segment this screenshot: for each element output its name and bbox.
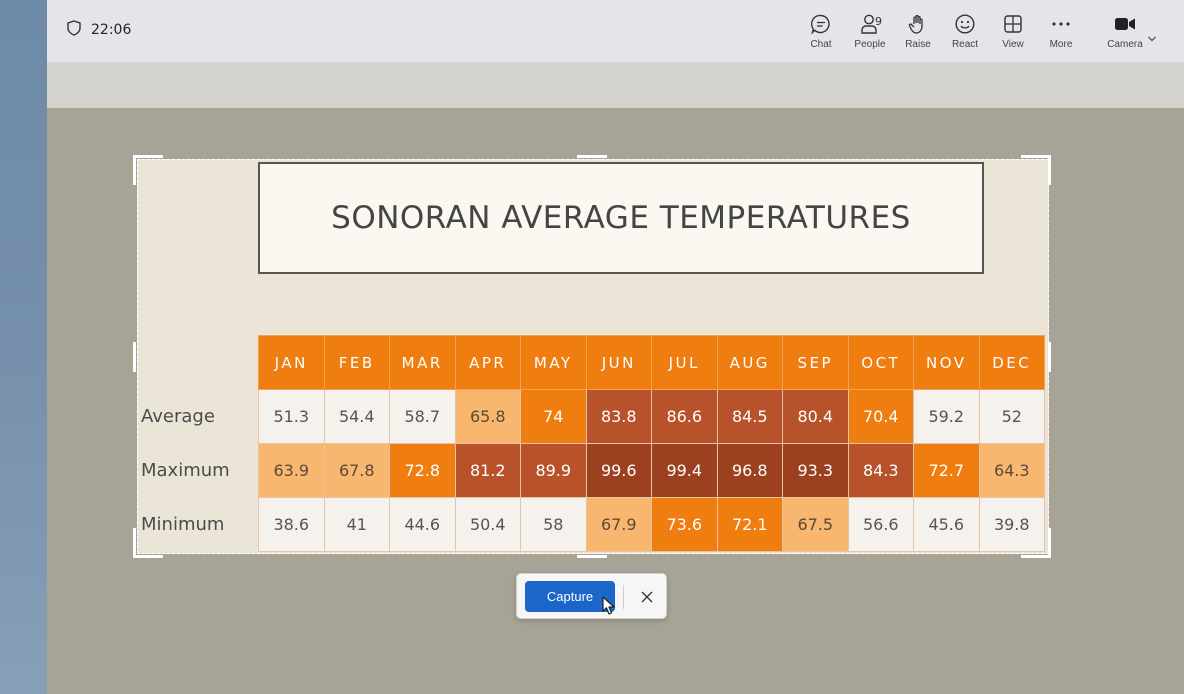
corner-handle-top-right[interactable] bbox=[1021, 155, 1051, 158]
edge-handle-top[interactable] bbox=[577, 155, 607, 158]
chat-label: Chat bbox=[810, 39, 832, 50]
more-icon bbox=[1051, 12, 1071, 36]
view-button[interactable]: View bbox=[997, 12, 1029, 56]
corner-handle-top-left[interactable] bbox=[133, 155, 163, 158]
chat-button[interactable]: Chat bbox=[805, 12, 837, 56]
corner-handle-top-left-vertical[interactable] bbox=[133, 155, 136, 185]
raise-hand-button[interactable]: Raise bbox=[902, 12, 934, 56]
chat-icon bbox=[810, 12, 832, 36]
shield-icon bbox=[67, 20, 81, 40]
corner-handle-top-right-vertical[interactable] bbox=[1048, 155, 1051, 185]
more-button[interactable]: More bbox=[1045, 12, 1077, 56]
camera-options-chevron-icon[interactable] bbox=[1147, 28, 1157, 47]
close-icon[interactable] bbox=[633, 582, 661, 612]
people-button[interactable]: 9 People bbox=[851, 12, 889, 56]
meeting-timer: 22:06 bbox=[91, 22, 132, 38]
camera-icon bbox=[1114, 12, 1136, 36]
react-label: React bbox=[951, 39, 979, 50]
people-label: People bbox=[854, 39, 886, 50]
people-icon: 9 bbox=[852, 12, 888, 36]
edge-handle-left[interactable] bbox=[133, 342, 136, 372]
camera-button[interactable]: Camera bbox=[1103, 12, 1147, 56]
edge-handle-right[interactable] bbox=[1048, 342, 1051, 372]
stage-top-strip bbox=[47, 62, 1184, 108]
raise-hand-icon bbox=[908, 12, 928, 36]
meeting-toolbar: 22:06 Chat 9 People Raise React View Mor… bbox=[47, 0, 1184, 62]
smiley-icon bbox=[954, 12, 976, 36]
grid-icon bbox=[1003, 12, 1023, 36]
popup-divider bbox=[623, 585, 624, 609]
raise-label: Raise bbox=[905, 39, 931, 50]
capture-popup: Capture bbox=[516, 573, 667, 619]
more-label: More bbox=[1049, 39, 1073, 50]
mouse-cursor-icon bbox=[602, 596, 616, 620]
corner-handle-bottom-right[interactable] bbox=[1021, 555, 1051, 558]
react-button[interactable]: React bbox=[949, 12, 981, 56]
corner-handle-bottom-left-vertical[interactable] bbox=[133, 528, 136, 558]
camera-label: Camera bbox=[1107, 39, 1143, 50]
people-count: 9 bbox=[875, 15, 882, 28]
edge-handle-bottom[interactable] bbox=[577, 555, 607, 558]
corner-handle-bottom-right-vertical[interactable] bbox=[1048, 528, 1051, 558]
capture-selection-frame[interactable] bbox=[137, 159, 1049, 554]
view-label: View bbox=[1002, 39, 1024, 50]
corner-handle-bottom-left[interactable] bbox=[133, 555, 163, 558]
desktop-edge bbox=[0, 0, 47, 694]
meeting-info: 22:06 bbox=[67, 20, 131, 40]
